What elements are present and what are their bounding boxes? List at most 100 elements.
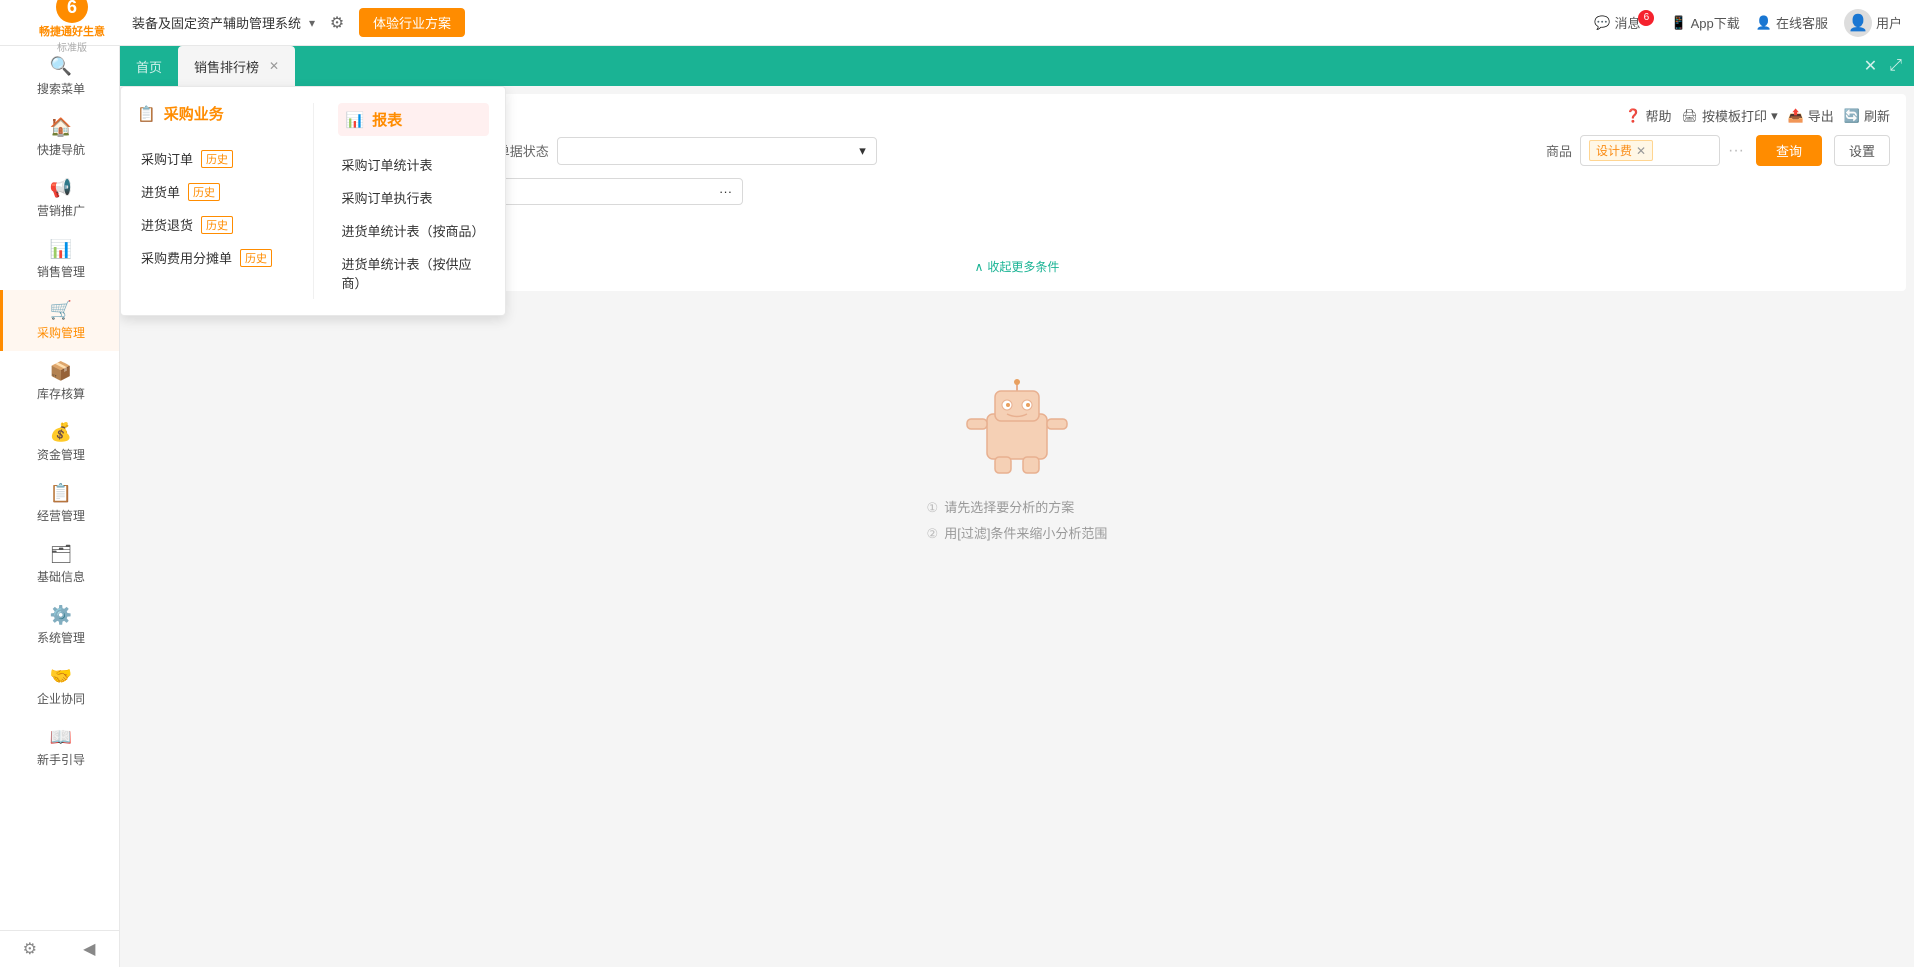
purchase-expense-label: 采购费用分摊单 <box>141 248 232 267</box>
header-middle: 装备及固定资产辅助管理系统 ▾ ⚙ 体验行业方案 <box>132 8 1594 37</box>
logo-text: 畅捷通好生意 <box>39 23 105 39</box>
purchase-col-icon: 📋 <box>137 105 156 123</box>
tab-maximize-btn[interactable]: ⤢ <box>1885 53 1906 79</box>
purchase-order-item[interactable]: 采购订单 历史 <box>137 142 289 175</box>
sidebar-item-sales[interactable]: 📊 销售管理 <box>0 229 119 290</box>
sidebar-label-guide: 新手引导 <box>37 751 85 768</box>
tab-sales-rank[interactable]: 销售排行榜 ✕ <box>178 46 295 86</box>
sidebar-item-operations[interactable]: 📋 经营管理 <box>0 473 119 534</box>
purchase-return-history: 历史 <box>201 216 233 234</box>
purchase-inbound-label: 进货单 <box>141 182 180 201</box>
report-po-stats-item[interactable]: 采购订单统计表 <box>338 148 490 181</box>
app-label: App下载 <box>1691 13 1740 32</box>
sidebar-item-quick[interactable]: 🏠 快捷导航 <box>0 107 119 168</box>
online-service-action[interactable]: 👤 在线客服 <box>1756 13 1828 32</box>
purchase-expense-history: 历史 <box>240 249 272 267</box>
report-inbound-supplier-item[interactable]: 进货单统计表（按供应商） <box>338 247 490 299</box>
purchase-return-item[interactable]: 进货退货 历史 <box>137 208 289 241</box>
tab-bar-actions: ✕ ⤢ <box>1860 52 1914 80</box>
salesperson-group: 业务员 ··· <box>376 178 1890 205</box>
purchase-inbound-item[interactable]: 进货单 历史 <box>137 175 289 208</box>
export-action[interactable]: 📤 导出 <box>1788 106 1834 125</box>
sidebar-item-purchase[interactable]: 🛒 采购管理 <box>0 290 119 351</box>
sidebar-collapse-btn[interactable]: ◀ <box>60 939 120 959</box>
sidebar-settings-btn[interactable]: ⚙ <box>0 939 60 959</box>
sidebar-item-marketing[interactable]: 📢 营销推广 <box>0 168 119 229</box>
purchase-icon: 🛒 <box>50 300 72 321</box>
purchase-column: 📋 采购业务 采购订单 历史 进货单 历史 进货退货 历史 采购费用分摊单 <box>137 103 289 299</box>
sidebar-label-search: 搜索菜单 <box>37 80 85 97</box>
message-action[interactable]: 💬 消息 6 <box>1594 13 1654 32</box>
refresh-action[interactable]: 🔄 刷新 <box>1844 106 1890 125</box>
tab-close-all-btn[interactable]: ✕ <box>1860 52 1881 80</box>
purchase-order-history: 历史 <box>201 150 233 168</box>
export-icon: 📤 <box>1788 108 1804 124</box>
header-settings-btn[interactable]: ⚙ <box>323 9 351 37</box>
report-inbound-goods-item[interactable]: 进货单统计表（按商品） <box>338 214 490 247</box>
sidebar-item-guide[interactable]: 📖 新手引导 <box>0 717 119 778</box>
collapse-btn[interactable]: ∧ 收起更多条件 <box>975 258 1060 275</box>
app-download-action[interactable]: 📱 App下载 <box>1670 13 1739 32</box>
goods-tag: 设计费 ✕ <box>1589 140 1653 161</box>
print-dropdown-icon: ▾ <box>1771 108 1778 124</box>
help-action[interactable]: ❓ 帮助 <box>1625 106 1671 125</box>
tab-sales-rank-label: 销售排行榜 <box>194 57 259 76</box>
user-action[interactable]: 👤 用户 <box>1844 9 1902 37</box>
report-po-stats-label: 采购订单统计表 <box>342 155 433 174</box>
tab-close-btn[interactable]: ✕ <box>269 59 279 73</box>
export-label: 导出 <box>1808 106 1834 125</box>
query-btn[interactable]: 查询 <box>1756 135 1822 166</box>
empty-hint-2: ② 用[过滤]条件来缩小分析范围 <box>927 521 1108 547</box>
system-dropdown-btn[interactable]: ▾ <box>309 16 315 30</box>
sidebar-item-basic[interactable]: 🗂 基础信息 <box>0 534 119 595</box>
industry-btn[interactable]: 体验行业方案 <box>359 8 465 37</box>
empty-text: ① 请先选择要分析的方案 ② 用[过滤]条件来缩小分析范围 <box>927 495 1108 547</box>
sidebar-footer: ⚙ ◀ <box>0 930 119 967</box>
collapse-arrow-icon: ∧ <box>975 260 984 274</box>
goods-ellipsis[interactable]: ··· <box>1728 142 1744 160</box>
report-po-exec-label: 采购订单执行表 <box>342 188 433 207</box>
sidebar-label-cooperation: 企业协同 <box>37 690 85 707</box>
sidebar-label-system: 系统管理 <box>37 629 85 646</box>
finance-icon: 💰 <box>50 422 72 443</box>
top-header: 6 畅捷通好生意 标准版 装备及固定资产辅助管理系统 ▾ ⚙ 体验行业方案 💬 … <box>0 0 1914 46</box>
report-po-exec-item[interactable]: 采购订单执行表 <box>338 181 490 214</box>
tab-home-label: 首页 <box>136 57 162 76</box>
print-action[interactable]: 🖨 按模板打印 ▾ <box>1682 106 1778 125</box>
sidebar-label-basic: 基础信息 <box>37 568 85 585</box>
goods-label: 商品 <box>1546 141 1572 160</box>
doc-status-dropdown-icon: ▾ <box>859 143 866 159</box>
goods-tag-text: 设计费 <box>1596 142 1632 159</box>
sidebar-item-search[interactable]: 🔍 搜索菜单 <box>0 46 119 107</box>
system-icon: ⚙️ <box>50 605 72 626</box>
sidebar-item-inventory[interactable]: 📦 库存核算 <box>0 351 119 412</box>
purchase-expense-item[interactable]: 采购费用分摊单 历史 <box>137 241 289 274</box>
empty-hint-1: ① 请先选择要分析的方案 <box>927 495 1108 521</box>
sidebar-label-sales: 销售管理 <box>37 263 85 280</box>
logo-sub: 标准版 <box>57 39 87 54</box>
sidebar-label-quick: 快捷导航 <box>37 141 85 158</box>
goods-select[interactable]: 设计费 ✕ <box>1580 135 1720 166</box>
sidebar-item-cooperation[interactable]: 🤝 企业协同 <box>0 656 119 717</box>
app-icon: 📱 <box>1670 15 1686 31</box>
inventory-icon: 📦 <box>50 361 72 382</box>
tab-bar: 首页 销售排行榜 ✕ ✕ ⤢ <box>120 46 1914 86</box>
report-column: 📊 报表 采购订单统计表 采购订单执行表 进货单统计表（按商品） 进货单统计表（… <box>338 103 490 299</box>
sidebar: 🔍 搜索菜单 🏠 快捷导航 📢 营销推广 📊 销售管理 🛒 采购管理 📦 库存核… <box>0 46 120 967</box>
report-inbound-supplier-label: 进货单统计表（按供应商） <box>342 254 486 292</box>
doc-status-select[interactable]: ▾ <box>557 137 877 165</box>
cooperation-icon: 🤝 <box>50 666 72 687</box>
online-label: 在线客服 <box>1776 13 1828 32</box>
purchase-return-label: 进货退货 <box>141 215 193 234</box>
message-label: 消息 <box>1614 13 1640 32</box>
help-label: 帮助 <box>1646 106 1672 125</box>
filter-settings-btn[interactable]: 设置 <box>1834 135 1890 166</box>
sidebar-item-finance[interactable]: 💰 资金管理 <box>0 412 119 473</box>
print-label: 按模板打印 <box>1702 106 1767 125</box>
empty-state: ① 请先选择要分析的方案 ② 用[过滤]条件来缩小分析范围 <box>120 299 1914 627</box>
purchase-dropdown: 📋 采购业务 采购订单 历史 进货单 历史 进货退货 历史 采购费用分摊单 <box>120 86 506 316</box>
sidebar-item-system[interactable]: ⚙️ 系统管理 <box>0 595 119 656</box>
goods-tag-close[interactable]: ✕ <box>1636 144 1646 158</box>
sidebar-label-finance: 资金管理 <box>37 446 85 463</box>
refresh-label: 刷新 <box>1864 106 1890 125</box>
